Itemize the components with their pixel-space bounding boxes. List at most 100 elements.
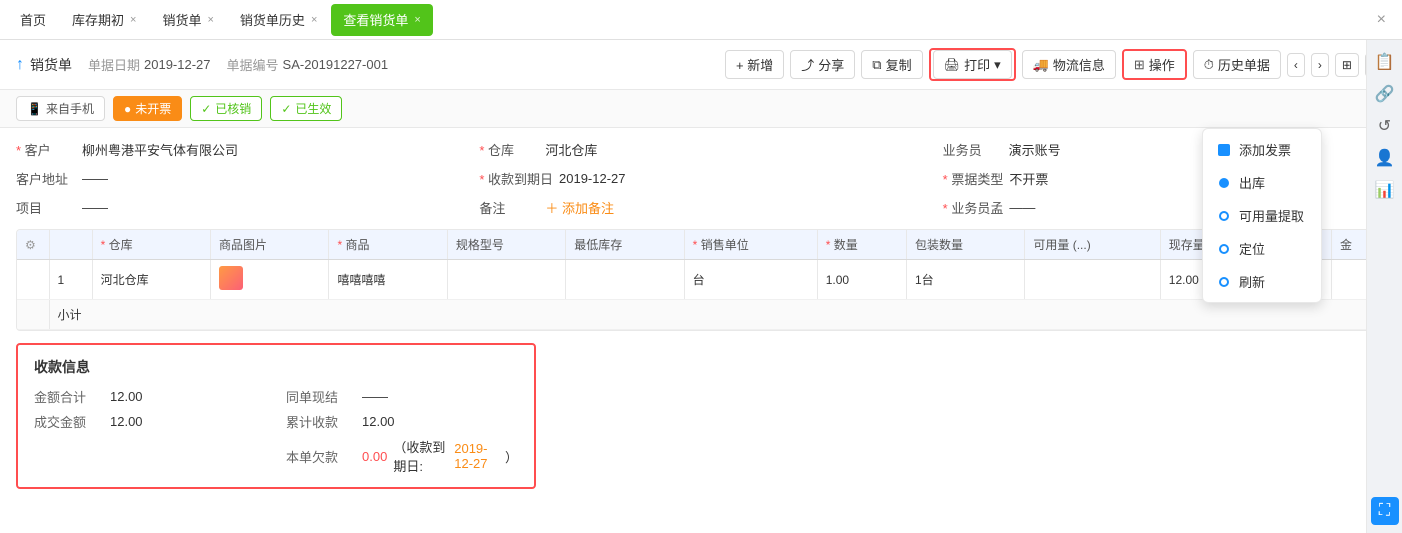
prev-button[interactable]: ‹ (1287, 53, 1305, 77)
notes-label: 备注 (479, 198, 539, 217)
share-icon: ⤴ (801, 55, 814, 74)
right-icon-chart[interactable]: 📊 (1371, 176, 1399, 204)
toolbar: + 新增 ⤴ 分享 ⧉ 复制 🖨 打印 ▾ 🚚 物流信息 ⊞ (725, 48, 1386, 81)
locate-icon (1217, 242, 1231, 256)
form-date-label: 单据日期 (88, 55, 140, 74)
dropdown-locate[interactable]: 定位 (1203, 232, 1321, 265)
payment-cumulative-value: 12.00 (362, 414, 395, 429)
not-open-button[interactable]: ● 未开票 (113, 96, 182, 121)
dropdown-warehouse-out[interactable]: 出库 (1203, 166, 1321, 199)
tab-sales-history-label: 销货单历史 (240, 10, 305, 29)
tab-inventory-close[interactable]: × (130, 14, 136, 26)
tab-sales-history-close[interactable]: × (311, 14, 317, 26)
address-value: —— (82, 171, 459, 186)
logistics-button[interactable]: 🚚 物流信息 (1022, 50, 1116, 79)
payment-date-field: 收款到期日 2019-12-27 (479, 169, 922, 188)
history-button[interactable]: ⏱ 历史单据 (1193, 50, 1281, 79)
row-spec-cell (447, 260, 565, 300)
tab-sales[interactable]: 销货单 × (150, 4, 225, 36)
window-close-button[interactable]: × (1369, 7, 1394, 33)
sub-toolbar: 📱 来自手机 ● 未开票 ✓ 已核销 ✓ 已生效 (0, 90, 1402, 128)
add-note-icon: ＋ (545, 201, 558, 216)
operation-button[interactable]: ⊞ 操作 (1122, 49, 1187, 80)
col-num (49, 230, 92, 260)
col-settings: ⚙ (17, 230, 49, 260)
tab-home[interactable]: 首页 (8, 4, 58, 36)
right-icon-link[interactable]: 🔗 (1371, 80, 1399, 108)
salesperson-value: 演示账号 (1009, 140, 1386, 159)
salesperson-label: 业务员 (943, 140, 1003, 159)
project-field: 项目 —— (16, 198, 459, 217)
tab-sales-close[interactable]: × (207, 14, 213, 26)
from-phone-button[interactable]: 📱 来自手机 (16, 96, 105, 121)
project-label: 项目 (16, 198, 76, 217)
salesperson2-value: —— (1009, 200, 1386, 215)
dropdown-available-get[interactable]: 可用量提取 (1203, 199, 1321, 232)
payment-spacer (34, 437, 266, 475)
dropdown-add-invoice-label: 添加发票 (1239, 140, 1291, 159)
share-button[interactable]: ⤴ 分享 (790, 50, 855, 79)
print-button[interactable]: 🖨 打印 ▾ (933, 50, 1012, 79)
form-date-value: 2019-12-27 (144, 57, 211, 72)
form-date-field: 单据日期 2019-12-27 (88, 55, 211, 74)
operation-icon: ⊞ (1134, 57, 1145, 73)
new-button[interactable]: + 新增 (725, 50, 784, 79)
row-warehouse-cell: 河北仓库 (92, 260, 210, 300)
row-unit-cell: 台 (684, 260, 817, 300)
col-available: 可用量 (...) (1025, 230, 1160, 260)
right-icon-expand[interactable]: ⛶ (1371, 497, 1399, 525)
effect-icon: ✓ (281, 102, 291, 116)
product-table: ⚙ * 仓库 商品图片 * 商品 规格型号 最低库存 * 销售单位 (17, 230, 1385, 330)
subtotal-row: 小计 (17, 300, 1385, 330)
effect-button[interactable]: ✓ 已生效 (270, 96, 342, 121)
print-dropdown-icon: ▾ (994, 57, 1001, 73)
form-title: ↑ 销货单 (16, 55, 72, 75)
tab-bar: 首页 库存期初 × 销货单 × 销货单历史 × 查看销货单 × × (0, 0, 1402, 40)
next-button[interactable]: › (1311, 53, 1329, 77)
payment-cumulative-item: 累计收款 12.00 (286, 412, 518, 431)
grid-view-button[interactable]: ⊞ (1335, 53, 1359, 77)
logistics-icon: 🚚 (1033, 57, 1049, 73)
form-title-text: 销货单 (30, 55, 72, 75)
dropdown-refresh[interactable]: 刷新 (1203, 265, 1321, 298)
tab-view-sales-close[interactable]: × (414, 14, 420, 26)
payment-total-value: 12.00 (110, 389, 143, 404)
col-unit: * 销售单位 (684, 230, 817, 260)
tab-view-sales-label: 查看销货单 (343, 10, 408, 29)
product-image (219, 266, 243, 290)
copy-button[interactable]: ⧉ 复制 (861, 50, 922, 79)
col-product: * 商品 (329, 230, 447, 260)
row-product-img-cell (211, 260, 329, 300)
notes-field: 备注 ＋ 添加备注 (479, 198, 922, 217)
payment-transaction-value: 12.00 (110, 414, 143, 429)
warehouse-out-icon (1217, 176, 1231, 190)
print-highlight-box: 🖨 打印 ▾ (929, 48, 1016, 81)
form-meta: 单据日期 2019-12-27 单据编号 SA-20191227-001 (88, 55, 388, 74)
customer-value: 柳州粤港平安气体有限公司 (82, 140, 459, 159)
tab-view-sales[interactable]: 查看销货单 × (331, 4, 432, 36)
payment-due-item: 本单欠款 0.00 （收款到期日: 2019-12-27 ） (286, 437, 518, 475)
check-button[interactable]: ✓ 已核销 (190, 96, 262, 121)
payment-date-label: 收款到期日 (479, 169, 553, 188)
dropdown-add-invoice[interactable]: 添加发票 (1203, 133, 1321, 166)
tab-sales-history[interactable]: 销货单历史 × (228, 4, 329, 36)
customer-label: 客户 (16, 140, 76, 159)
salesperson2-label: 业务员孟 (943, 198, 1004, 217)
right-icon-clipboard[interactable]: 📋 (1371, 48, 1399, 76)
tab-sales-label: 销货单 (162, 10, 201, 29)
right-icon-user[interactable]: 👤 (1371, 144, 1399, 172)
col-warehouse: * 仓库 (92, 230, 210, 260)
history-icon: ⏱ (1204, 57, 1214, 73)
tab-inventory[interactable]: 库存期初 × (60, 4, 148, 36)
main-content: ↑ 销货单 单据日期 2019-12-27 单据编号 SA-20191227-0… (0, 40, 1402, 533)
print-icon: 🖨 (944, 57, 961, 73)
right-icon-refresh[interactable]: ↺ (1371, 112, 1399, 140)
address-label: 客户地址 (16, 169, 76, 188)
notes-add-button[interactable]: ＋ 添加备注 (545, 198, 922, 217)
subtotal-settings-cell (17, 300, 49, 330)
tab-inventory-label: 库存期初 (72, 10, 124, 29)
col-pack-qty: 包装数量 (906, 230, 1024, 260)
row-product-cell: 嘻嘻嘻嘻 (329, 260, 447, 300)
project-value: —— (82, 200, 459, 215)
settings-icon[interactable]: ⚙ (25, 238, 36, 252)
